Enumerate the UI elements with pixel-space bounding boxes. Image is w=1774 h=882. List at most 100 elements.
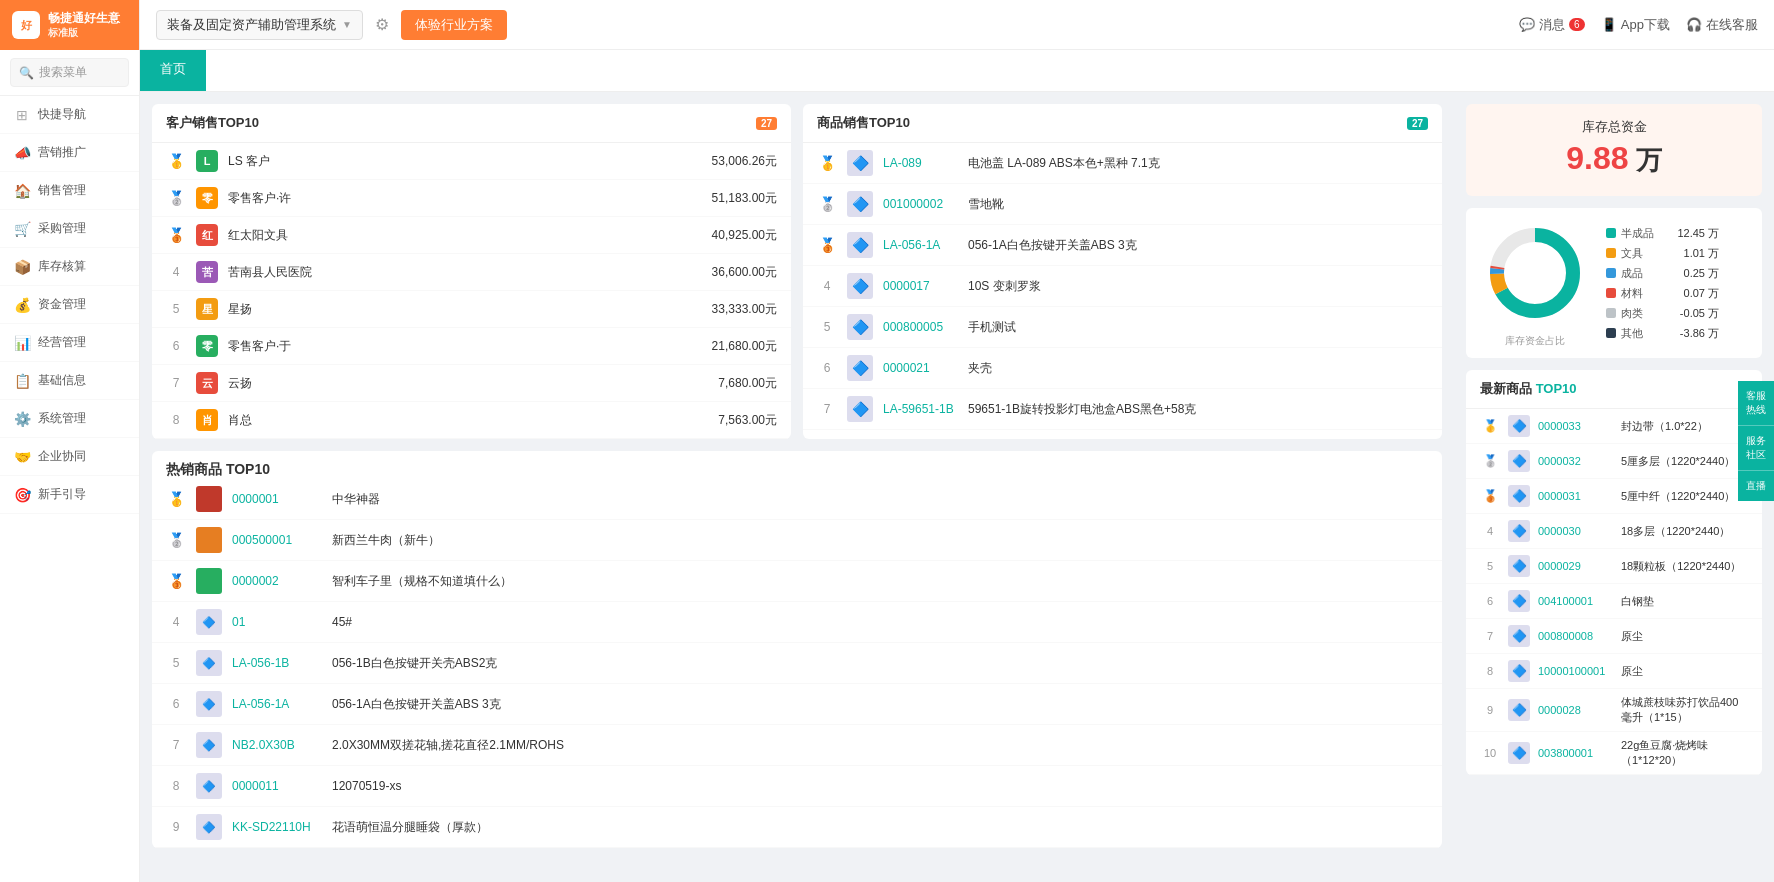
legend-item: 肉类 -0.05 万: [1606, 306, 1719, 321]
hot-name: 2.0X30MM双搓花轴,搓花直径2.1MM/ROHS: [332, 737, 1428, 754]
np-icon: 🔷: [1508, 520, 1530, 542]
rank-avatar: 红: [196, 224, 218, 246]
rank-amount: 33,333.00元: [712, 301, 777, 318]
product-medal: 🥉: [817, 237, 837, 253]
product-medal: 🥈: [817, 196, 837, 212]
np-icon: 🔷: [1508, 699, 1530, 721]
hot-product-row: 9 🔷 KK-SD22110H 花语萌恒温分腿睡袋（厚款）: [152, 807, 1442, 848]
float-btn-live[interactable]: 直播: [1738, 471, 1774, 501]
sidebar-item-system[interactable]: ⚙️ 系统管理: [0, 400, 139, 438]
product-rank-num: 6: [817, 361, 837, 375]
legend-dot: [1606, 288, 1616, 298]
np-icon: 🔷: [1508, 660, 1530, 682]
inventory-icon: 📦: [14, 259, 30, 275]
sidebar-item-quick[interactable]: ⊞ 快捷导航: [0, 96, 139, 134]
rank-name: 肖总: [228, 412, 708, 429]
product-placeholder: 🔷: [196, 691, 222, 717]
hot-product-row: 🥉 0000002 智利车子里（规格不知道填什么）: [152, 561, 1442, 602]
messages-button[interactable]: 💬 消息 6: [1519, 16, 1585, 34]
online-service-button[interactable]: 🎧 在线客服: [1686, 16, 1758, 34]
np-rank: 8: [1480, 665, 1500, 677]
sidebar-item-operation[interactable]: 📊 经营管理: [0, 324, 139, 362]
float-btn-community[interactable]: 服务社区: [1738, 426, 1774, 471]
legend-name: 文具: [1621, 246, 1654, 261]
new-product-row: 9 🔷 0000028 体城蔗枝味苏打饮品400毫升（1*15）: [1466, 689, 1762, 732]
hot-product-row: 4 🔷 01 45#: [152, 602, 1442, 643]
product-img: [196, 527, 222, 553]
sidebar-item-guide[interactable]: 🎯 新手引导: [0, 476, 139, 514]
product-sales-header: 商品销售TOP10 27: [803, 104, 1442, 143]
product-code: 001000002: [883, 197, 958, 211]
legend-value: -0.05 万: [1659, 306, 1719, 321]
company-icon: 🤝: [14, 449, 30, 465]
sidebar-item-company[interactable]: 🤝 企业协同: [0, 438, 139, 476]
inventory-total-label: 库存总资金: [1482, 118, 1746, 136]
product-thumb: 🔷: [847, 314, 873, 340]
purchase-icon: 🛒: [14, 221, 30, 237]
sidebar-item-basic[interactable]: 📋 基础信息: [0, 362, 139, 400]
customer-sales-header: 客户销售TOP10 27: [152, 104, 791, 143]
rank-num: 6: [166, 339, 186, 353]
system-selector[interactable]: 装备及固定资产辅助管理系统 ▼: [156, 10, 363, 40]
top-tables: 客户销售TOP10 27 🥇 L LS 客户 53,006.26元 🥈 零 零售…: [152, 104, 1442, 439]
product-code: LA-056-1A: [883, 238, 958, 252]
hot-name: 45#: [332, 615, 1428, 629]
np-rank: 4: [1480, 525, 1500, 537]
legend-value: -3.86 万: [1659, 326, 1719, 341]
product-row: 🥇 🔷 LA-089 电池盖 LA-089 ABS本色+黑种 7.1克: [803, 143, 1442, 184]
hot-rank: 6: [166, 697, 186, 711]
sidebar-item-inventory[interactable]: 📦 库存核算: [0, 248, 139, 286]
finance-icon: 💰: [14, 297, 30, 313]
sidebar-item-purchase[interactable]: 🛒 采购管理: [0, 210, 139, 248]
rank-num: 4: [166, 265, 186, 279]
new-product-row: 5 🔷 0000029 18颗粒板（1220*2440）: [1466, 549, 1762, 584]
sidebar-item-marketing[interactable]: 📣 营销推广: [0, 134, 139, 172]
hot-code: 000500001: [232, 533, 322, 547]
legend-name: 其他: [1621, 326, 1654, 341]
hot-name: 智利车子里（规格不知道填什么）: [332, 573, 1428, 590]
product-img: [196, 568, 222, 594]
float-btn-service[interactable]: 客服热线: [1738, 381, 1774, 426]
experience-button[interactable]: 体验行业方案: [401, 10, 507, 40]
product-row: 🥉 🔷 LA-056-1A 056-1A白色按键开关盖ABS 3克: [803, 225, 1442, 266]
np-rank: 9: [1480, 704, 1500, 716]
content-right: 库存总资金 9.88 万: [1454, 92, 1774, 882]
gear-icon[interactable]: ⚙: [375, 15, 389, 34]
product-row: 5 🔷 000800005 手机测试: [803, 307, 1442, 348]
product-thumb: 🔷: [847, 150, 873, 176]
hot-name: 中华神器: [332, 491, 1428, 508]
tab-home[interactable]: 首页: [140, 50, 206, 91]
hot-medal: 🥉: [166, 573, 186, 589]
np-code: 0000028: [1538, 704, 1613, 716]
sidebar-item-finance[interactable]: 💰 资金管理: [0, 286, 139, 324]
hot-rank: 9: [166, 820, 186, 834]
product-medal: 🥇: [817, 155, 837, 171]
customer-sales-badge: 27: [756, 117, 777, 130]
legend-dot: [1606, 268, 1616, 278]
rank-avatar: 星: [196, 298, 218, 320]
product-rank-num: 4: [817, 279, 837, 293]
topbar-right: 💬 消息 6 📱 App下载 🎧 在线客服: [1519, 16, 1758, 34]
legend-dot: [1606, 328, 1616, 338]
donut-chart: [1480, 218, 1590, 328]
hot-products-title: 热销商品 TOP10: [152, 451, 1442, 479]
legend-dot: [1606, 228, 1616, 238]
product-thumb: 🔷: [847, 273, 873, 299]
inventory-amount: 9.88 万: [1482, 140, 1746, 178]
legend-dot: [1606, 308, 1616, 318]
phone-icon: 📱: [1601, 17, 1617, 32]
product-placeholder: 🔷: [196, 609, 222, 635]
product-code: 0000021: [883, 361, 958, 375]
app-download-button[interactable]: 📱 App下载: [1601, 16, 1670, 34]
np-code: 000800008: [1538, 630, 1613, 642]
product-thumb: 🔷: [847, 396, 873, 422]
legend-name: 肉类: [1621, 306, 1654, 321]
table-row: 4 苦 苦南县人民医院 36,600.00元: [152, 254, 791, 291]
inventory-chart-card: 库存资金占比 半成品 12.45 万 文具 1.01 万 成品 0.25 万 材…: [1466, 208, 1762, 358]
sidebar-item-sales[interactable]: 🏠 销售管理: [0, 172, 139, 210]
search-menu-button[interactable]: 🔍 搜索菜单: [10, 58, 129, 87]
hot-name: 花语萌恒温分腿睡袋（厚款）: [332, 819, 1428, 836]
table-row: 6 零 零售客户·于 21,680.00元: [152, 328, 791, 365]
message-icon: 💬: [1519, 17, 1535, 32]
messages-badge: 6: [1569, 18, 1585, 31]
